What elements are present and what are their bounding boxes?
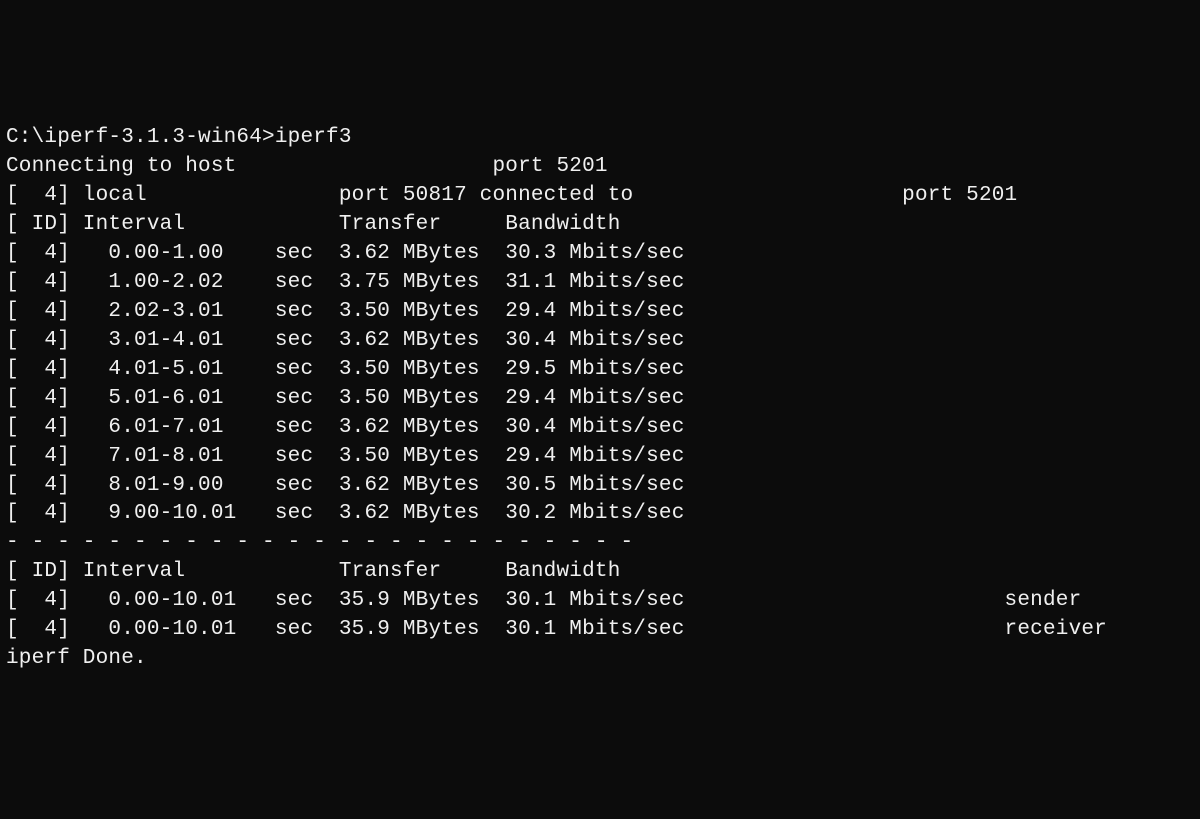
- data-row: [ 4] 8.01-9.00 sec 3.62 MBytes 30.5 Mbit…: [6, 472, 1194, 501]
- local-line: [ 4] local port 50817 connected to port …: [6, 182, 1194, 211]
- summary-row: [ 4] 0.00-10.01 sec 35.9 MBytes 30.1 Mbi…: [6, 616, 1194, 645]
- summary-header-line: [ ID] Interval Transfer Bandwidth: [6, 558, 1194, 587]
- prompt-line: C:\iperf-3.1.3-win64>iperf3: [6, 124, 1194, 153]
- data-row: [ 4] 1.00-2.02 sec 3.75 MBytes 31.1 Mbit…: [6, 269, 1194, 298]
- terminal-output: C:\iperf-3.1.3-win64>iperf3Connecting to…: [6, 124, 1194, 674]
- data-row: [ 4] 0.00-1.00 sec 3.62 MBytes 30.3 Mbit…: [6, 240, 1194, 269]
- data-row: [ 4] 7.01-8.01 sec 3.50 MBytes 29.4 Mbit…: [6, 443, 1194, 472]
- data-row: [ 4] 4.01-5.01 sec 3.50 MBytes 29.5 Mbit…: [6, 356, 1194, 385]
- data-row: [ 4] 9.00-10.01 sec 3.62 MBytes 30.2 Mbi…: [6, 500, 1194, 529]
- data-row: [ 4] 6.01-7.01 sec 3.62 MBytes 30.4 Mbit…: [6, 414, 1194, 443]
- header-line: [ ID] Interval Transfer Bandwidth: [6, 211, 1194, 240]
- data-row: [ 4] 3.01-4.01 sec 3.62 MBytes 30.4 Mbit…: [6, 327, 1194, 356]
- separator-line: - - - - - - - - - - - - - - - - - - - - …: [6, 529, 1194, 558]
- data-row: [ 4] 2.02-3.01 sec 3.50 MBytes 29.4 Mbit…: [6, 298, 1194, 327]
- data-row: [ 4] 5.01-6.01 sec 3.50 MBytes 29.4 Mbit…: [6, 385, 1194, 414]
- summary-row: [ 4] 0.00-10.01 sec 35.9 MBytes 30.1 Mbi…: [6, 587, 1194, 616]
- connecting-line: Connecting to host port 5201: [6, 153, 1194, 182]
